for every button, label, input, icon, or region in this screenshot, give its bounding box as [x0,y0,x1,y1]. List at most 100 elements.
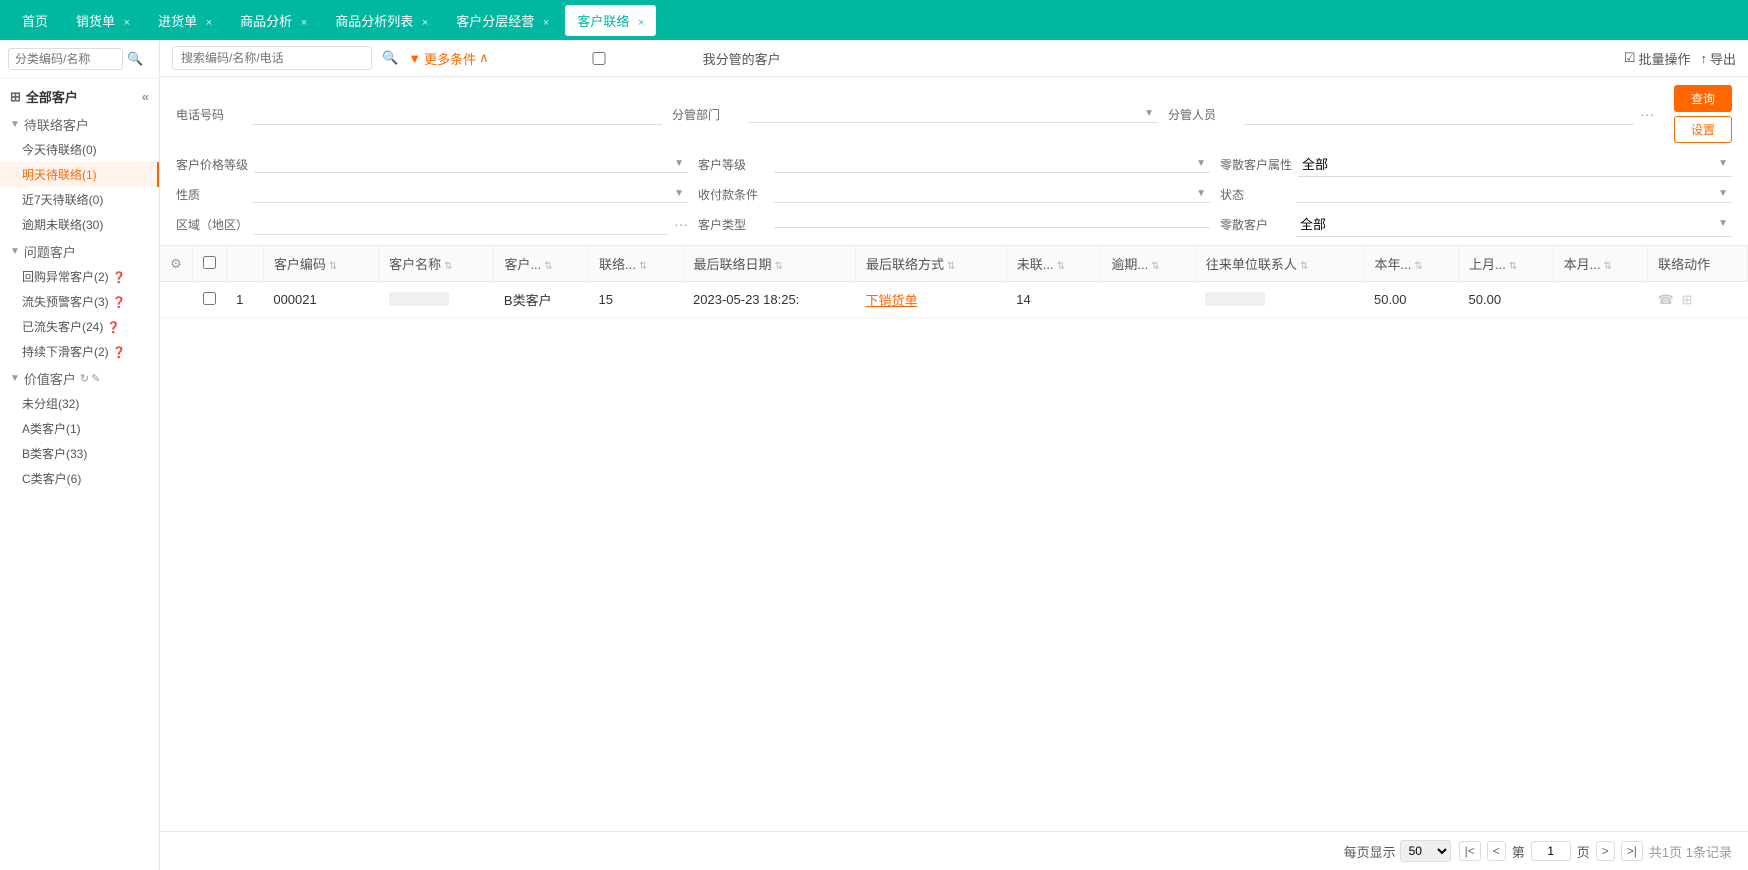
gender-select[interactable]: ▼ [252,185,688,203]
nav-customer-contact-close[interactable]: × [638,17,644,29]
value-group-title[interactable]: ▼ 价值客户 ↻ ✎ [0,364,159,391]
sidebar-item-a-class[interactable]: A类客户(1) [0,416,159,441]
this-year-sort-icon[interactable]: ⇅ [1414,261,1422,272]
row-checkbox[interactable] [203,292,216,305]
sidebar-item-ungrouped[interactable]: 未分组(32) [0,391,159,416]
settings-button[interactable]: 设置 [1674,116,1732,143]
nav-home[interactable]: 首页 [10,5,60,36]
th-overdue[interactable]: 逾期...⇅ [1101,246,1196,282]
area-input[interactable] [254,214,668,235]
phone-input[interactable] [252,104,662,125]
last-date-sort-icon[interactable]: ⇅ [775,261,783,272]
last-method-sort-icon[interactable]: ⇅ [947,261,955,272]
th-last-date[interactable]: 最后联络日期⇅ [683,246,855,282]
sidebar-search-icon[interactable]: 🔍 [127,51,143,67]
sidebar-search-input[interactable] [8,48,123,70]
nav-product-analysis-close[interactable]: × [301,17,307,29]
area-dots[interactable]: ··· [674,216,688,232]
nav-customer-tier[interactable]: 客户分层经营 × [444,5,561,36]
th-contact-person[interactable]: 往来单位联系人⇅ [1195,246,1364,282]
customer-level-select[interactable]: ▼ [774,155,1210,173]
nav-sales-order-close[interactable]: × [124,17,130,29]
row-last-method[interactable]: 下销货单 [856,282,1007,318]
my-customers-checkbox-area[interactable]: 我分管的客户 [499,49,781,68]
nav-product-analysis[interactable]: 商品分析 × [228,5,319,36]
next-page-btn[interactable]: > [1596,841,1615,861]
person-input[interactable] [1244,104,1634,125]
status-select[interactable]: ▼ [1296,185,1732,203]
price-level-select[interactable]: ▼ [254,155,688,173]
name-sort-icon[interactable]: ⇅ [444,261,452,272]
sidebar-item-7days[interactable]: 近7天待联络(0) [0,187,159,212]
value-edit-icon[interactable]: ✎ [91,372,100,385]
row-checkbox-cell[interactable] [192,282,226,318]
contact-person-sort-icon[interactable]: ⇅ [1300,261,1308,272]
nav-sales-order[interactable]: 销货单 × [64,5,142,36]
th-last-month[interactable]: 上月...⇅ [1459,246,1554,282]
pending-group-title[interactable]: ▼ 待联络客户 [0,110,159,137]
per-page-select[interactable]: 50 100 200 [1400,840,1451,862]
th-code[interactable]: 客户编码⇅ [263,246,378,282]
th-this-year[interactable]: 本年...⇅ [1364,246,1459,282]
th-type[interactable]: 客户...⇅ [494,246,589,282]
abnormal-help-icon: ❓ [112,272,126,284]
last-page-btn[interactable]: >| [1621,841,1643,861]
nav-purchase-order[interactable]: 进货单 × [146,5,224,36]
first-page-btn[interactable]: |< [1459,841,1481,861]
nav-customer-contact[interactable]: 客户联络 × [565,5,656,36]
retail-customer-select[interactable]: 全部 ▼ [1296,211,1732,237]
prev-page-btn[interactable]: < [1487,841,1506,861]
query-button[interactable]: 查询 [1674,85,1732,112]
contact-count-sort-icon[interactable]: ⇅ [639,261,647,272]
sidebar-item-churned[interactable]: 已流失客户(24) ❓ [0,314,159,339]
th-this-month[interactable]: 本月...⇅ [1553,246,1648,282]
sidebar-item-tomorrow[interactable]: 明天待联络(1) [0,162,159,187]
column-settings[interactable]: ⚙ [160,246,192,282]
type-sort-icon[interactable]: ⇅ [544,261,552,272]
uncontacted-sort-icon[interactable]: ⇅ [1057,261,1065,272]
value-refresh-icon[interactable]: ↻ [80,372,89,385]
th-name[interactable]: 客户名称⇅ [379,246,494,282]
search-input[interactable] [172,46,372,70]
filter-search-icon[interactable]: 🔍 [382,50,398,66]
page-input[interactable] [1531,841,1571,861]
sidebar-item-b-class[interactable]: B类客户(33) [0,441,159,466]
sidebar-item-abnormal[interactable]: 回购异常客户(2) ❓ [0,264,159,289]
th-last-method[interactable]: 最后联络方式⇅ [856,246,1007,282]
sidebar-item-overdue[interactable]: 逾期未联络(30) [0,212,159,237]
last-month-sort-icon[interactable]: ⇅ [1509,261,1517,272]
action-icon-1[interactable]: ☎ [1658,292,1674,307]
row-contact-count: 15 [588,282,683,318]
this-month-sort-icon[interactable]: ⇅ [1603,261,1611,272]
export-btn[interactable]: ↑ 导出 [1700,49,1736,68]
collapse-icon[interactable]: « [142,89,149,104]
action-icon-2[interactable]: ⊞ [1682,292,1693,307]
sidebar-item-churn-warning[interactable]: 流失预警客户(3) ❓ [0,289,159,314]
churn-warning-help-icon: ❓ [112,297,126,309]
retail-attr-select[interactable]: 全部 ▼ [1298,151,1732,177]
person-dots[interactable]: ··· [1640,106,1654,122]
nav-product-analysis-list[interactable]: 商品分析列表 × [323,5,440,36]
dept-select[interactable]: ▼ [748,105,1158,123]
select-all-checkbox[interactable] [203,256,216,269]
payment-select[interactable]: ▼ [774,185,1210,203]
th-uncontacted[interactable]: 未联...⇅ [1006,246,1101,282]
th-contact-count[interactable]: 联络...⇅ [588,246,683,282]
overdue-sort-icon[interactable]: ⇅ [1151,261,1159,272]
column-checkbox[interactable] [192,246,226,282]
customer-type-select[interactable] [774,221,1210,228]
my-customers-checkbox[interactable] [499,52,699,65]
problem-group-title[interactable]: ▼ 问题客户 [0,237,159,264]
sidebar-item-c-class[interactable]: C类客户(6) [0,466,159,491]
code-sort-icon[interactable]: ⇅ [329,261,337,272]
all-customers-header[interactable]: ⊞ 全部客户 « [0,79,159,110]
batch-ops-btn[interactable]: ☑ 批量操作 [1624,49,1691,68]
last-method-link[interactable]: 下销货单 [866,293,918,308]
more-conditions-btn[interactable]: ▼ 更多条件 ∧ [408,49,488,68]
status-arrow: ▼ [1718,188,1728,199]
nav-customer-tier-close[interactable]: × [543,17,549,29]
nav-product-analysis-list-close[interactable]: × [422,17,428,29]
sidebar-item-declining[interactable]: 持续下滑客户(2) ❓ [0,339,159,364]
nav-purchase-order-close[interactable]: × [206,17,212,29]
sidebar-item-today[interactable]: 今天待联络(0) [0,137,159,162]
